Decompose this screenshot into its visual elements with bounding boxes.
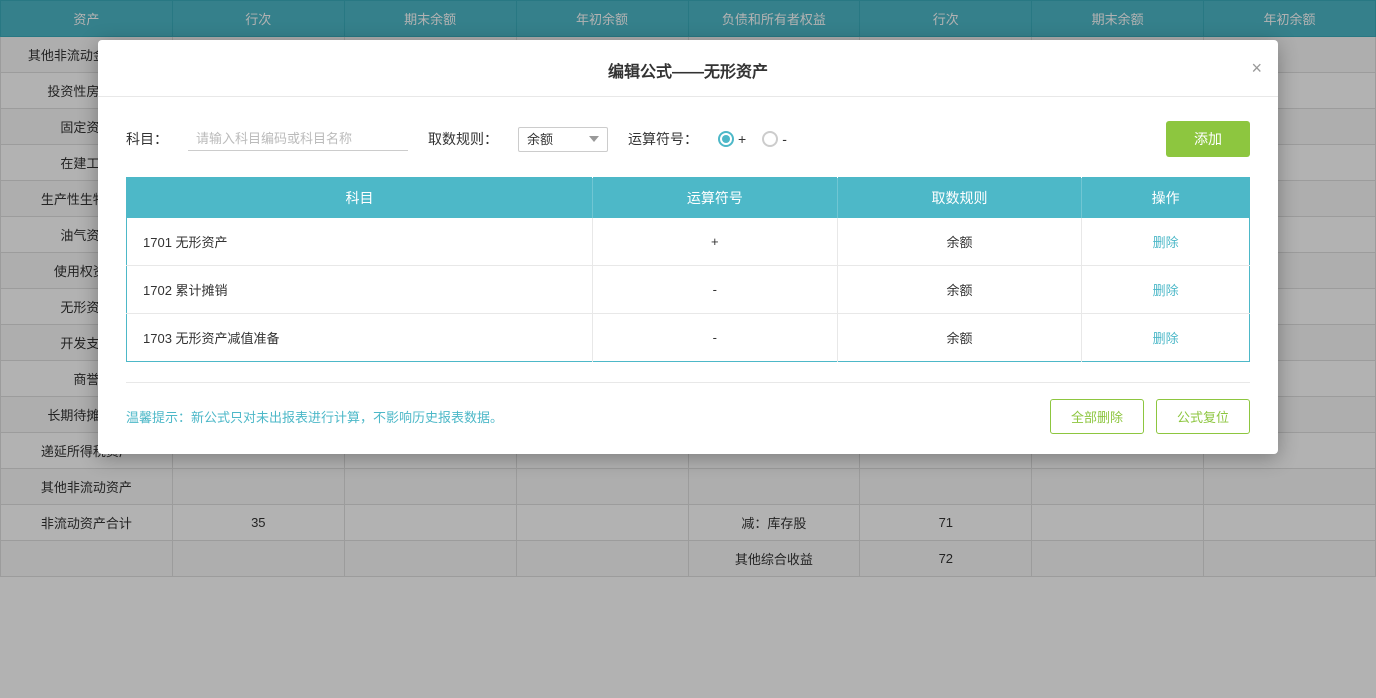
radio-plus-item[interactable]: + — [718, 131, 746, 147]
formula-row-2: 1702 累计摊销 - 余额 删除 — [127, 266, 1250, 314]
subject-input[interactable] — [188, 127, 408, 151]
modal-overlay: 编辑公式——无形资产 × 科目： 取数规则： 余额 借方发生额 贷方发生额 运算… — [0, 0, 1376, 698]
delete-button-2[interactable]: 删除 — [1153, 283, 1179, 298]
footer-tip: 温馨提示：新公式只对未出报表进行计算，不影响历史报表数据。 — [126, 407, 503, 426]
formula-operator-3: - — [593, 314, 838, 362]
radio-plus-label: + — [738, 131, 746, 147]
formula-row-1: 1701 无形资产 + 余额 删除 — [127, 218, 1250, 266]
formula-subject-1: 1701 无形资产 — [127, 218, 593, 266]
formula-row-3: 1703 无形资产减值准备 - 余额 删除 — [127, 314, 1250, 362]
col-action: 操作 — [1082, 178, 1250, 219]
modal-header: 编辑公式——无形资产 × — [98, 40, 1278, 97]
radio-minus-item[interactable]: - — [762, 131, 787, 147]
subject-label: 科目： — [126, 129, 168, 149]
formula-operator-2: - — [593, 266, 838, 314]
operator-radio-group: + - — [718, 131, 787, 147]
formula-subject-2: 1702 累计摊销 — [127, 266, 593, 314]
footer-tip-text: 温馨提示：新公式只对未出报表进行计算，不影响历史报表数据。 — [126, 410, 503, 425]
rule-select[interactable]: 余额 借方发生额 贷方发生额 — [518, 127, 608, 152]
form-row: 科目： 取数规则： 余额 借方发生额 贷方发生额 运算符号： + — [126, 121, 1250, 157]
footer-buttons: 全部删除 公式复位 — [1050, 399, 1250, 434]
reset-formula-button[interactable]: 公式复位 — [1156, 399, 1250, 434]
formula-action-2: 删除 — [1082, 266, 1250, 314]
add-button[interactable]: 添加 — [1166, 121, 1250, 157]
delete-button-1[interactable]: 删除 — [1153, 235, 1179, 250]
formula-rule-2: 余额 — [837, 266, 1082, 314]
modal-close-button[interactable]: × — [1251, 59, 1262, 77]
col-subject: 科目 — [127, 178, 593, 219]
modal-title: 编辑公式——无形资产 — [608, 64, 768, 81]
radio-minus-circle — [762, 131, 778, 147]
modal-footer: 温馨提示：新公式只对未出报表进行计算，不影响历史报表数据。 全部删除 公式复位 — [98, 383, 1278, 454]
edit-formula-modal: 编辑公式——无形资产 × 科目： 取数规则： 余额 借方发生额 贷方发生额 运算… — [98, 40, 1278, 454]
radio-minus-label: - — [782, 131, 787, 147]
formula-subject-3: 1703 无形资产减值准备 — [127, 314, 593, 362]
formula-action-3: 删除 — [1082, 314, 1250, 362]
delete-button-3[interactable]: 删除 — [1153, 331, 1179, 346]
formula-operator-1: + — [593, 218, 838, 266]
col-rule: 取数规则 — [837, 178, 1082, 219]
formula-action-1: 删除 — [1082, 218, 1250, 266]
modal-body: 科目： 取数规则： 余额 借方发生额 贷方发生额 运算符号： + — [98, 97, 1278, 382]
formula-rule-1: 余额 — [837, 218, 1082, 266]
radio-plus-circle — [718, 131, 734, 147]
col-operator: 运算符号 — [593, 178, 838, 219]
rule-label: 取数规则： — [428, 129, 498, 149]
operator-label: 运算符号： — [628, 129, 698, 149]
formula-rule-3: 余额 — [837, 314, 1082, 362]
delete-all-button[interactable]: 全部删除 — [1050, 399, 1144, 434]
formula-table: 科目 运算符号 取数规则 操作 1701 无形资产 + 余额 删除 — [126, 177, 1250, 362]
